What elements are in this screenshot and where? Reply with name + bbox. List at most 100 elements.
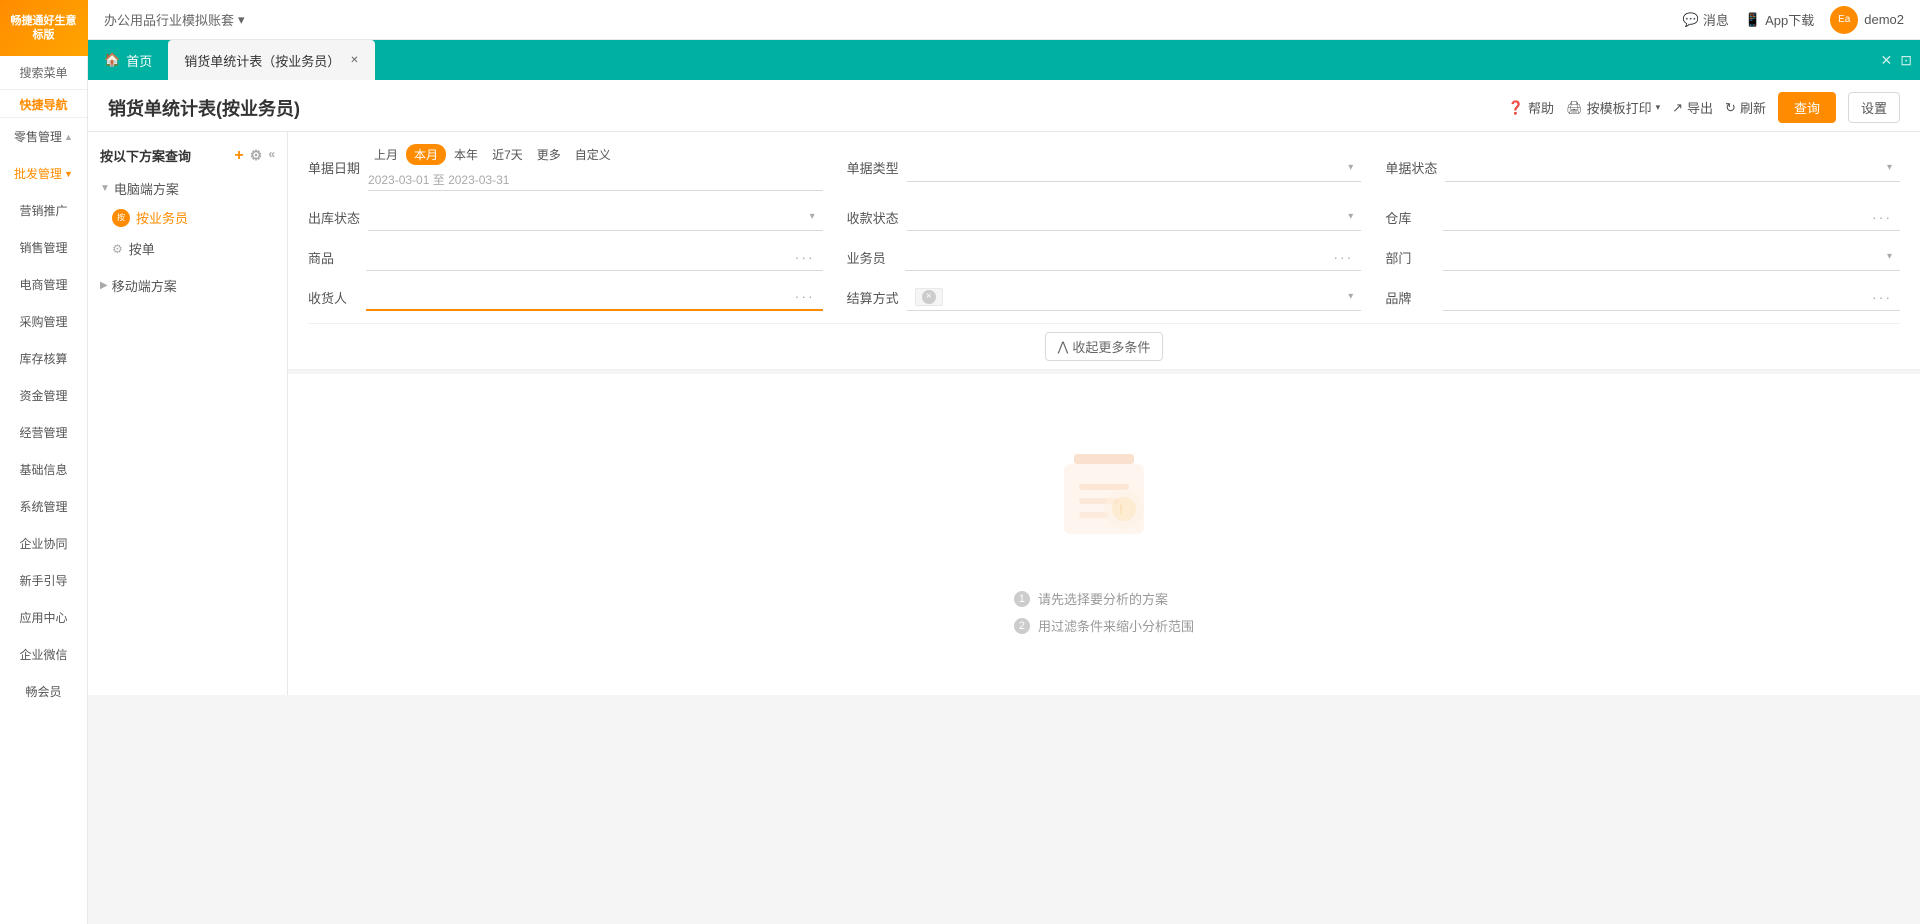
date-tab-prev-month[interactable]: 上月 xyxy=(368,144,404,165)
mobile-group-title[interactable]: ▶ 移动端方案 xyxy=(88,272,287,299)
filter-settlement: 结算方式 × ▾ xyxy=(847,283,1362,311)
dept-arrow-icon: ▾ xyxy=(1887,251,1892,262)
schema-item-by-order[interactable]: ⚙ 按单 xyxy=(88,233,287,264)
mobile-group-expand-icon: ▶ xyxy=(100,280,108,291)
sidebar-item-basic[interactable]: 基础信息 xyxy=(0,451,87,488)
sidebar-item-system[interactable]: 系统管理 xyxy=(0,488,87,525)
settlement-select[interactable]: × ▾ xyxy=(907,283,1362,311)
add-schema-icon[interactable]: + xyxy=(234,147,243,165)
salesperson-select[interactable]: ··· xyxy=(905,243,1362,271)
close-window-icon[interactable]: ✕ xyxy=(1881,52,1893,69)
schema-panel: 按以下方案查询 + ⚙ « ▼ 电脑端方案 按 xyxy=(88,132,288,695)
sidebar-item-apps[interactable]: 应用中心 xyxy=(0,599,87,636)
tab-sales-report[interactable]: 销货单统计表（按业务员） ✕ xyxy=(168,40,374,80)
filter-panel: 单据日期 上月 本月 本年 近7天 更多 自定义 xyxy=(288,132,1920,370)
warehouse-select[interactable]: ··· xyxy=(1443,203,1900,231)
out-status-select[interactable]: ▾ xyxy=(368,203,823,231)
sidebar-item-sales[interactable]: 销售管理 xyxy=(0,229,87,266)
salesperson-schema-icon: 按 xyxy=(112,209,130,227)
query-button[interactable]: 查询 xyxy=(1778,92,1836,123)
maximize-icon[interactable]: ⊡ xyxy=(1900,52,1912,69)
schema-panel-title: 按以下方案查询 + ⚙ « xyxy=(88,140,287,171)
collapse-schema-icon[interactable]: « xyxy=(268,147,275,165)
filter-receipt-status: 收款状态 ▾ xyxy=(847,203,1362,231)
doc-status-select[interactable]: ▾ xyxy=(1445,154,1900,182)
left-sidebar: 畅捷通好生意 标版 搜索菜单 快捷导航 零售管理 ▲ 批发管理 ▼ 营销推广 销… xyxy=(0,0,88,924)
message-icon: 💬 xyxy=(1683,12,1699,28)
date-tab-cur-month[interactable]: 本月 xyxy=(406,144,446,165)
settlement-arrow-icon: ▾ xyxy=(1348,291,1353,302)
sidebar-item-member[interactable]: 畅会员 xyxy=(0,673,87,710)
app-logo[interactable]: 畅捷通好生意 标版 xyxy=(0,0,88,56)
doc-type-arrow-icon: ▾ xyxy=(1348,162,1353,173)
settlement-tag-close[interactable]: × xyxy=(922,290,936,304)
order-schema-icon: ⚙ xyxy=(112,242,123,256)
doc-type-select[interactable]: ▾ xyxy=(907,154,1362,182)
sidebar-item-newuser[interactable]: 新手引导 xyxy=(0,562,87,599)
consignee-dots: ··· xyxy=(795,288,815,304)
help-icon: ❓ xyxy=(1508,100,1524,116)
user-avatar: Ea xyxy=(1830,6,1858,34)
main-body: 按以下方案查询 + ⚙ « ▼ 电脑端方案 按 xyxy=(88,132,1920,695)
filter-goods: 商品 ··· xyxy=(308,243,823,271)
date-tab-custom[interactable]: 自定义 xyxy=(569,144,617,165)
empty-hint-2: 2 用过滤条件来缩小分析范围 xyxy=(1014,616,1194,635)
date-tab-cur-year[interactable]: 本年 xyxy=(448,144,484,165)
tabbar: 🏠 首页 销货单统计表（按业务员） ✕ ✕ ⊡ xyxy=(88,40,1920,80)
dept-select[interactable]: ▾ xyxy=(1443,243,1900,271)
sidebar-item-inventory[interactable]: 库存核算 xyxy=(0,340,87,377)
refresh-btn[interactable]: ↻ 刷新 xyxy=(1725,98,1766,117)
date-tab-7days[interactable]: 近7天 xyxy=(486,144,529,165)
app-download-btn[interactable]: 📱 App下载 xyxy=(1745,10,1814,29)
sidebar-item-wechat[interactable]: 企业微信 xyxy=(0,636,87,673)
receipt-status-select[interactable]: ▾ xyxy=(907,203,1362,231)
sidebar-item-marketing[interactable]: 营销推广 xyxy=(0,192,87,229)
breadcrumb: 办公用品行业模拟账套 ▾ xyxy=(104,10,1671,29)
settings-schema-icon[interactable]: ⚙ xyxy=(250,147,263,165)
search-menu[interactable]: 搜索菜单 xyxy=(0,56,87,90)
refresh-icon: ↻ xyxy=(1725,100,1736,116)
sidebar-item-ecommerce[interactable]: 电商管理 xyxy=(0,266,87,303)
svg-text:!: ! xyxy=(1119,501,1123,517)
goods-select[interactable]: ··· xyxy=(366,243,823,271)
tab-home[interactable]: 🏠 首页 xyxy=(88,40,168,80)
filter-row-4: 收货人 ··· 结算方式 × xyxy=(308,283,1900,311)
help-btn[interactable]: ❓ 帮助 xyxy=(1508,98,1554,117)
message-btn[interactable]: 💬 消息 xyxy=(1683,10,1729,29)
filter-warehouse: 仓库 ··· xyxy=(1385,203,1900,231)
empty-state: ! 1 请先选择要分析的方案 2 用过滤条件来缩小分析范围 xyxy=(288,374,1920,695)
schema-group-mobile: ▶ 移动端方案 xyxy=(88,268,287,303)
page-header: 销货单统计表(按业务员) ❓ 帮助 🖨 按模板打印 ▾ ↗ 导出 xyxy=(88,80,1920,132)
filter-date: 单据日期 上月 本月 本年 近7天 更多 自定义 xyxy=(308,144,823,191)
sidebar-item-retail[interactable]: 零售管理 ▲ xyxy=(0,118,87,155)
brand-select[interactable]: ··· xyxy=(1443,283,1900,311)
filter-out-status: 出库状态 ▾ xyxy=(308,203,823,231)
consignee-select[interactable]: ··· xyxy=(366,283,823,311)
page-actions: ❓ 帮助 🖨 按模板打印 ▾ ↗ 导出 ↻ 刷新 xyxy=(1508,92,1900,123)
date-tab-more[interactable]: 更多 xyxy=(531,144,567,165)
schema-item-by-salesperson[interactable]: 按 按业务员 xyxy=(88,202,287,233)
sidebar-item-purchase[interactable]: 采购管理 xyxy=(0,303,87,340)
sidebar-item-finance[interactable]: 资金管理 xyxy=(0,377,87,414)
logo-text: 畅捷通好生意 标版 xyxy=(11,14,77,43)
tab-window-controls: ✕ ⊡ xyxy=(1881,52,1912,69)
quick-nav[interactable]: 快捷导航 xyxy=(0,90,87,118)
sidebar-item-enterprise[interactable]: 企业协同 xyxy=(0,525,87,562)
empty-hints: 1 请先选择要分析的方案 2 用过滤条件来缩小分析范围 xyxy=(1014,589,1194,635)
user-profile-btn[interactable]: Ea demo2 xyxy=(1830,6,1904,34)
desktop-group-title[interactable]: ▼ 电脑端方案 xyxy=(88,175,287,202)
tab-close-icon[interactable]: ✕ xyxy=(350,55,358,66)
sidebar-item-operations[interactable]: 经营管理 xyxy=(0,414,87,451)
collapse-btn[interactable]: ⋀ 收起更多条件 xyxy=(1045,332,1164,361)
receipt-status-arrow-icon: ▾ xyxy=(1348,211,1353,222)
arrow-icon: ▲ xyxy=(64,132,73,142)
print-btn[interactable]: 🖨 按模板打印 ▾ xyxy=(1566,98,1660,117)
content-area: 单据日期 上月 本月 本年 近7天 更多 自定义 xyxy=(288,132,1920,695)
arrow-down-icon: ▼ xyxy=(64,169,73,179)
sidebar-item-wholesale[interactable]: 批发管理 ▼ xyxy=(0,155,87,192)
settings-button[interactable]: 设置 xyxy=(1848,92,1900,123)
goods-dots: ··· xyxy=(795,249,815,265)
download-icon: 📱 xyxy=(1745,12,1761,28)
collapse-row: ⋀ 收起更多条件 xyxy=(308,323,1900,369)
export-btn[interactable]: ↗ 导出 xyxy=(1672,98,1713,117)
